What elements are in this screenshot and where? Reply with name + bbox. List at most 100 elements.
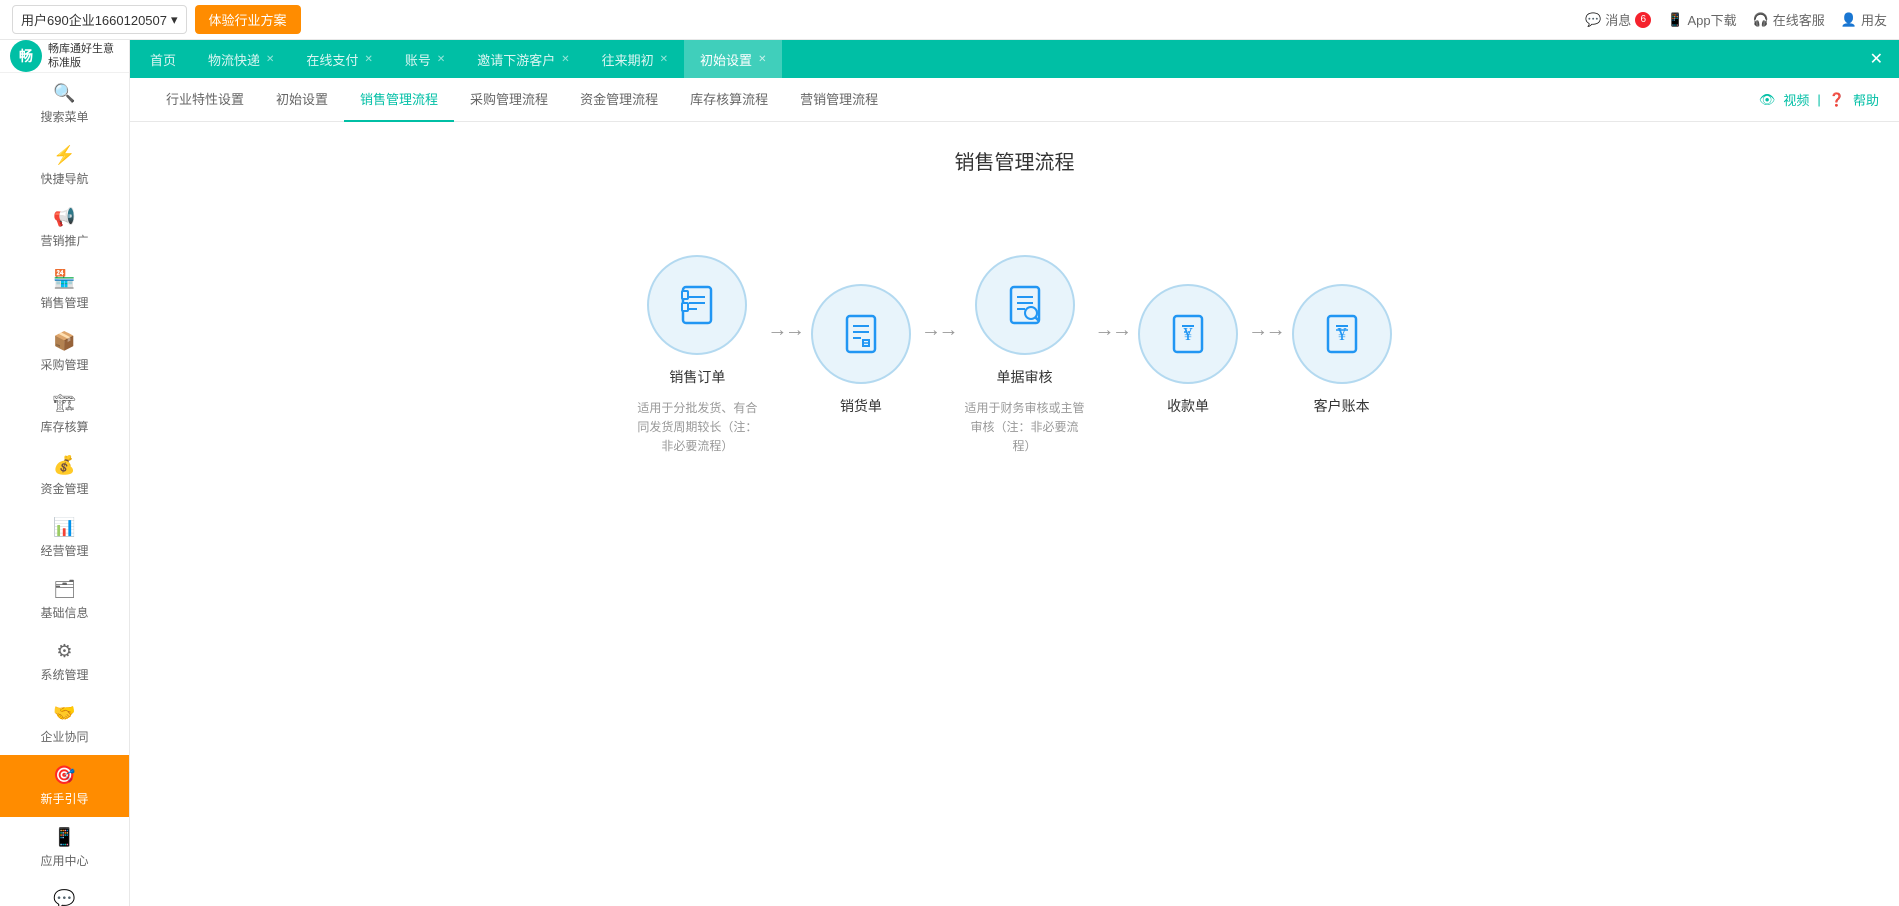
- marketing-icon: 📢: [53, 207, 75, 228]
- sidebar-item-enterprise[interactable]: 🤝 企业协同: [0, 693, 129, 755]
- top-bar-right: 💬 消息 6 📱 App下载 🎧 在线客服 👤 用友: [1585, 10, 1887, 29]
- invoice-icon: [837, 310, 885, 358]
- tab-account[interactable]: 账号 ✕: [389, 40, 461, 78]
- subtab-marketing-flow[interactable]: 营销管理流程: [784, 78, 894, 122]
- review-desc: 适用于财务审核或主管审核（注：非必要流程）: [965, 399, 1085, 457]
- subtab-inventory-flow[interactable]: 库存核算流程: [674, 78, 784, 122]
- app-label: App下载: [1687, 10, 1736, 29]
- sidebar-item-basic[interactable]: 🗂 基础信息: [0, 569, 129, 631]
- tab-history[interactable]: 往来期初 ✕: [586, 40, 684, 78]
- review-circle: [975, 255, 1075, 355]
- receipt-label: 收款单: [1167, 396, 1209, 416]
- dropdown-icon: ▾: [171, 12, 178, 28]
- flow-node-receipt[interactable]: ¥ 收款单: [1138, 284, 1238, 428]
- content-area: 首页 物流快递 ✕ 在线支付 ✕ 账号 ✕ 邀请下游客户 ✕ 往来期初 ✕: [130, 40, 1899, 906]
- app-download-item[interactable]: 📱 App下载: [1667, 10, 1736, 29]
- nav-tabs: 首页 物流快递 ✕ 在线支付 ✕ 账号 ✕ 邀请下游客户 ✕ 往来期初 ✕: [130, 40, 1899, 78]
- sidebar-item-sales[interactable]: 🏪 销售管理: [0, 259, 129, 321]
- subtab-sales-flow[interactable]: 销售管理流程: [344, 78, 454, 122]
- account-book-icon: ¥: [1318, 310, 1366, 358]
- service-label: 在线客服: [1773, 10, 1825, 29]
- tab-payment[interactable]: 在线支付 ✕: [290, 40, 388, 78]
- close-initial-icon[interactable]: ✕: [758, 54, 766, 65]
- flow-node-review[interactable]: 单据审核 适用于财务审核或主管审核（注：非必要流程）: [965, 255, 1085, 457]
- help-icon: ❓: [1829, 92, 1845, 108]
- sidebar-item-wechat[interactable]: 💬 企业微信: [0, 879, 129, 906]
- sales-order-desc: 适用于分批发货、有合同发货周期较长（注：非必要流程）: [637, 399, 757, 457]
- flow-node-sales-order[interactable]: 销售订单 适用于分批发货、有合同发货周期较长（注：非必要流程）: [637, 255, 757, 457]
- flow-node-account-book[interactable]: ¥ 客户账本: [1292, 284, 1392, 428]
- page-content: 销售管理流程 销售订单 适用于: [130, 122, 1899, 906]
- arrow-4: → →: [1248, 319, 1282, 342]
- review-icon: [1001, 281, 1049, 329]
- arrow-2: → →: [921, 319, 955, 342]
- tab-logistics[interactable]: 物流快递 ✕: [192, 40, 290, 78]
- user-avatar-icon: 👤: [1841, 12, 1857, 28]
- close-logistics-icon[interactable]: ✕: [266, 54, 274, 65]
- close-account-icon[interactable]: ✕: [437, 54, 445, 65]
- sidebar-logo: 畅 畅库通好生意 标准版: [0, 40, 129, 73]
- service-item[interactable]: 🎧 在线客服: [1753, 10, 1825, 29]
- video-link[interactable]: 视频: [1783, 90, 1809, 109]
- subtab-purchase-flow[interactable]: 采购管理流程: [454, 78, 564, 122]
- invoice-circle: [811, 284, 911, 384]
- purchase-icon: 📦: [53, 331, 75, 352]
- sales-order-label: 销售订单: [669, 367, 725, 387]
- user-label: 用户690企业1660120507: [21, 10, 167, 29]
- eye-icon: 👁: [1759, 92, 1776, 108]
- enterprise-icon: 🤝: [53, 703, 75, 724]
- sub-tabs: 行业特性设置 初始设置 销售管理流程 采购管理流程 资金管理流程 库存核算流程 …: [130, 78, 1899, 122]
- close-history-icon[interactable]: ✕: [660, 54, 668, 65]
- sidebar: 畅 畅库通好生意 标准版 🔍 搜索菜单 ⚡ 快捷导航 📢 营销推广 🏪 销售管理…: [0, 40, 130, 906]
- separator: |: [1817, 92, 1820, 107]
- page-title: 销售管理流程: [154, 146, 1875, 175]
- user-selector[interactable]: 用户690企业1660120507 ▾: [12, 5, 187, 34]
- message-label: 消息: [1605, 10, 1631, 29]
- nav-tabs-close-btn[interactable]: ✕: [1858, 49, 1895, 69]
- flow-node-invoice[interactable]: 销货单: [811, 284, 911, 428]
- invoice-label: 销货单: [840, 396, 882, 416]
- sidebar-item-purchase[interactable]: 📦 采购管理: [0, 321, 129, 383]
- help-link[interactable]: 帮助: [1853, 90, 1879, 109]
- sidebar-item-system[interactable]: ⚙ 系统管理: [0, 631, 129, 693]
- tab-home[interactable]: 首页: [134, 40, 192, 78]
- review-label: 单据审核: [997, 367, 1053, 387]
- subtab-industry[interactable]: 行业特性设置: [150, 78, 260, 122]
- basic-icon: 🗂: [53, 579, 76, 600]
- sidebar-item-marketing[interactable]: 📢 营销推广: [0, 197, 129, 259]
- close-payment-icon[interactable]: ✕: [364, 54, 372, 65]
- system-icon: ⚙: [56, 641, 72, 662]
- appstore-icon: 📱: [53, 827, 75, 848]
- user-avatar-item[interactable]: 👤 用友: [1841, 10, 1887, 29]
- subtab-initial[interactable]: 初始设置: [260, 78, 344, 122]
- close-invite-icon[interactable]: ✕: [561, 54, 569, 65]
- message-icon: 💬: [1585, 12, 1601, 28]
- top-bar-left: 用户690企业1660120507 ▾ 体验行业方案: [12, 5, 301, 34]
- top-bar: 用户690企业1660120507 ▾ 体验行业方案 💬 消息 6 📱 App下…: [0, 0, 1899, 40]
- sales-order-icon: [673, 281, 721, 329]
- main-layout: 畅 畅库通好生意 标准版 🔍 搜索菜单 ⚡ 快捷导航 📢 营销推广 🏪 销售管理…: [0, 40, 1899, 906]
- tab-invite[interactable]: 邀请下游客户 ✕: [461, 40, 585, 78]
- app-icon: 📱: [1667, 12, 1683, 28]
- receipt-icon: ¥: [1164, 310, 1212, 358]
- sales-icon: 🏪: [53, 269, 75, 290]
- sidebar-item-quick[interactable]: ⚡ 快捷导航: [0, 135, 129, 197]
- sidebar-item-search[interactable]: 🔍 搜索菜单: [0, 73, 129, 135]
- username-label: 用友: [1861, 10, 1887, 29]
- sidebar-item-appstore[interactable]: 📱 应用中心: [0, 817, 129, 879]
- wechat-icon: 💬: [53, 889, 75, 906]
- sales-order-circle: [647, 255, 747, 355]
- sidebar-item-guide[interactable]: 🎯 新手引导: [0, 755, 129, 817]
- search-icon: 🔍: [53, 83, 75, 104]
- quick-icon: ⚡: [53, 145, 75, 166]
- sidebar-item-operation[interactable]: 📊 经营管理: [0, 507, 129, 569]
- trial-button[interactable]: 体验行业方案: [195, 5, 301, 34]
- operation-icon: 📊: [53, 517, 75, 538]
- arrow-3: → →: [1095, 319, 1129, 342]
- guide-icon: 🎯: [53, 765, 75, 786]
- sidebar-item-inventory[interactable]: 🏗 库存核算: [0, 383, 129, 445]
- sidebar-item-finance[interactable]: 💰 资金管理: [0, 445, 129, 507]
- subtab-finance-flow[interactable]: 资金管理流程: [564, 78, 674, 122]
- tab-initial[interactable]: 初始设置 ✕: [684, 40, 782, 78]
- message-item[interactable]: 💬 消息 6: [1585, 10, 1651, 29]
